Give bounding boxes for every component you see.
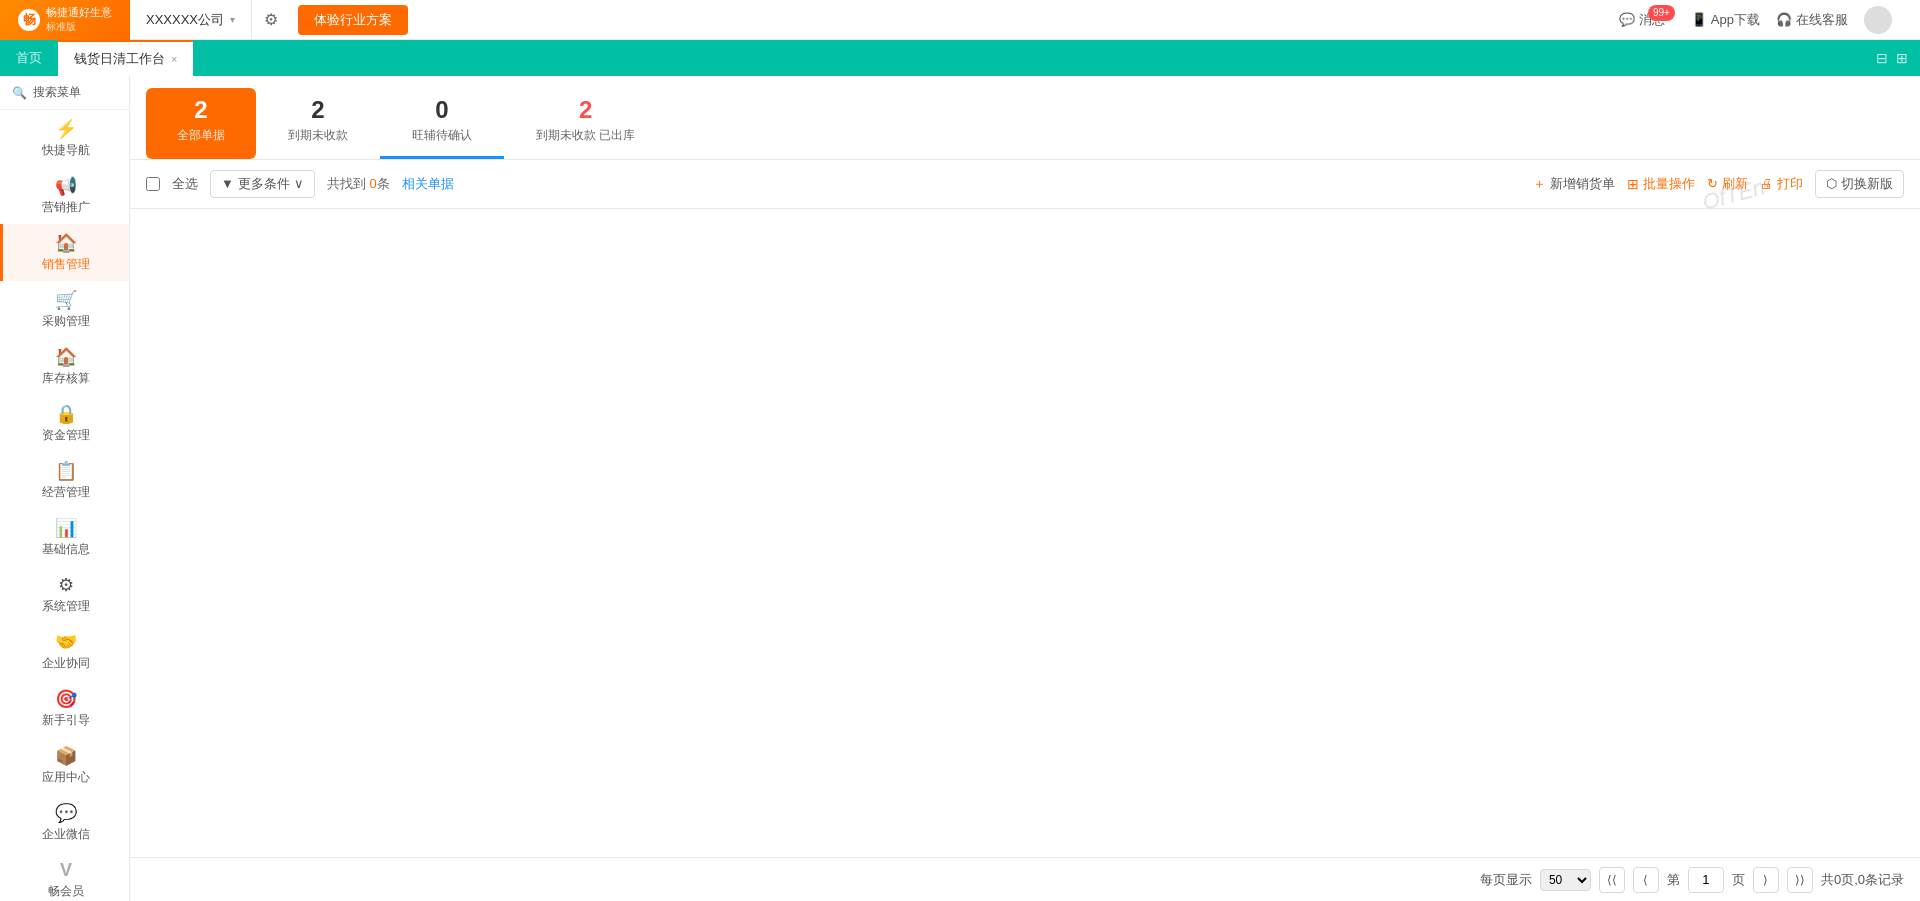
page-unit: 页 (1732, 871, 1745, 889)
message-badge: 99+ (1648, 5, 1675, 21)
print-button[interactable]: 🖨 打印 (1760, 175, 1803, 193)
page-size-select[interactable]: 50 100 200 (1540, 869, 1591, 891)
sidebar-item-basic-info[interactable]: 📊 基础信息 (0, 509, 129, 566)
found-count: 0 (370, 176, 377, 191)
total-info: 共0页,0条记录 (1821, 871, 1904, 889)
switch-version-button[interactable]: ⬡ 切换新版 (1815, 170, 1904, 198)
target-icon: 🎯 (55, 690, 77, 708)
sidebar-item-operations[interactable]: 📋 经营管理 (0, 452, 129, 509)
wechat-icon: 💬 (55, 804, 77, 822)
first-page-button[interactable]: ⟨⟨ (1599, 867, 1625, 893)
box-icon: 📦 (55, 747, 77, 765)
per-page-label: 每页显示 (1480, 871, 1532, 889)
prev-page-button[interactable]: ⟨ (1633, 867, 1659, 893)
related-records-link[interactable]: 相关单据 (402, 175, 454, 193)
filter-button[interactable]: ▼ 更多条件 ∨ (210, 170, 315, 198)
headset-icon: 🎧 (1776, 12, 1792, 27)
sidebar-item-marketing[interactable]: 📢 营销推广 (0, 167, 129, 224)
cart-icon: 🛒 (55, 291, 77, 309)
tab-money-daily[interactable]: 钱货日清工作台 × (58, 40, 193, 76)
toolbar-right: ＋ 新增销货单 ⊞ 批量操作 ↻ 刷新 🖨 打印 ⬡ 切换新版 (1533, 170, 1904, 198)
warehouse-icon: 🏠 (55, 348, 77, 366)
batch-ops-button[interactable]: ⊞ 批量操作 (1627, 175, 1695, 193)
stat-tab-all[interactable]: 2 全部单据 (146, 88, 256, 159)
sidebar-item-finance[interactable]: 🔒 资金管理 (0, 395, 129, 452)
sidebar-item-purchase[interactable]: 🛒 采购管理 (0, 281, 129, 338)
clipboard-icon: 📋 (55, 462, 77, 480)
expand-icon[interactable]: ⊞ (1896, 50, 1908, 66)
company-selector[interactable]: XXXXXX公司 ▾ (130, 0, 252, 40)
sidebar-item-sales[interactable]: 🏠 销售管理 (0, 224, 129, 281)
logo-area: 畅 畅捷通好生意 标准版 (0, 0, 130, 40)
sidebar-item-member[interactable]: V 畅会员 (0, 851, 129, 901)
nav-tab-actions: ⊟ ⊞ (1876, 50, 1920, 66)
megaphone-icon: 📢 (55, 177, 77, 195)
gear-icon: ⚙ (264, 10, 278, 29)
topbar-right: 💬 消息 99+ 📱 App下载 🎧 在线客服 (1619, 6, 1908, 34)
plus-icon: ＋ (1533, 175, 1546, 193)
logo-icon: 畅 (18, 9, 40, 31)
sidebar-item-wechat[interactable]: 💬 企业微信 (0, 794, 129, 851)
sidebar-item-app-center[interactable]: 📦 应用中心 (0, 737, 129, 794)
avatar[interactable] (1864, 6, 1892, 34)
stat-tab-wangwang[interactable]: 0 旺辅待确认 (380, 88, 504, 159)
chevron-down-icon: ▾ (230, 14, 235, 25)
minimize-icon[interactable]: ⊟ (1876, 50, 1888, 66)
trial-button[interactable]: 体验行业方案 (298, 5, 408, 35)
nav-tabs: 首页 钱货日清工作台 × ⊟ ⊞ (0, 40, 1920, 76)
lightning-icon: ⚡ (55, 120, 77, 138)
stats-tabs: 2 全部单据 2 到期未收款 0 旺辅待确认 2 到期未收款 已出库 (130, 76, 1920, 160)
message-icon: 💬 (1619, 12, 1635, 27)
search-icon: 🔍 (12, 86, 27, 100)
print-icon: 🖨 (1760, 176, 1773, 191)
tab-home[interactable]: 首页 (0, 40, 58, 76)
member-icon: V (60, 861, 72, 879)
refresh-icon: ↻ (1707, 176, 1718, 191)
sidebar-item-enterprise-coop[interactable]: 🤝 企业协同 (0, 623, 129, 680)
content-area: 2 全部单据 2 到期未收款 0 旺辅待确认 2 到期未收款 已出库 全选 ▼ … (130, 76, 1920, 901)
filter-icon: ▼ (221, 176, 234, 191)
close-icon[interactable]: × (171, 53, 177, 65)
toolbar: 全选 ▼ 更多条件 ∨ 共找到 0条 相关单据 ＋ 新增销货单 ⊞ 批量操作 (130, 160, 1920, 209)
batch-icon: ⊞ (1627, 176, 1639, 192)
sidebar-item-quick-nav[interactable]: ⚡ 快捷导航 (0, 110, 129, 167)
switch-icon: ⬡ (1826, 176, 1837, 191)
select-all-label: 全选 (172, 175, 198, 193)
handshake-icon: 🤝 (55, 633, 77, 651)
stat-tab-overdue[interactable]: 2 到期未收款 (256, 88, 380, 159)
select-all-checkbox[interactable] (146, 177, 160, 191)
page-label: 第 (1667, 871, 1680, 889)
chevron-icon: ∨ (294, 176, 304, 191)
search-menu[interactable]: 🔍 搜索菜单 (0, 76, 129, 110)
sidebar-item-system[interactable]: ⚙ 系统管理 (0, 566, 129, 623)
topbar-left: 畅 畅捷通好生意 标准版 XXXXXX公司 ▾ ⚙ 体验行业方案 (0, 0, 408, 40)
message-button[interactable]: 💬 消息 99+ (1619, 11, 1665, 29)
company-name: XXXXXX公司 (146, 11, 224, 29)
logo-subtitle: 标准版 (46, 20, 112, 34)
sidebar: 🔍 搜索菜单 ⚡ 快捷导航 📢 营销推广 🏠 销售管理 🛒 采购管理 🏠 库存核… (0, 76, 130, 901)
lock-icon: 🔒 (55, 405, 77, 423)
page-input[interactable] (1688, 867, 1724, 893)
sidebar-item-inventory[interactable]: 🏠 库存核算 (0, 338, 129, 395)
settings-icon: ⚙ (58, 576, 74, 594)
refresh-button[interactable]: ↻ 刷新 (1707, 175, 1748, 193)
next-page-button[interactable]: ⟩ (1753, 867, 1779, 893)
mobile-icon: 📱 (1691, 12, 1707, 27)
settings-button[interactable]: ⚙ (252, 0, 290, 40)
main-layout: 🔍 搜索菜单 ⚡ 快捷导航 📢 营销推广 🏠 销售管理 🛒 采购管理 🏠 库存核… (0, 76, 1920, 901)
pagination-bar: 每页显示 50 100 200 ⟨⟨ ⟨ 第 页 ⟩ ⟩⟩ 共0页,0条记录 (130, 857, 1920, 901)
list-area (130, 209, 1920, 857)
home-icon: 🏠 (55, 234, 77, 252)
last-page-button[interactable]: ⟩⟩ (1787, 867, 1813, 893)
table-icon: 📊 (55, 519, 77, 537)
new-sale-button[interactable]: ＋ 新增销货单 (1533, 175, 1615, 193)
found-text: 共找到 0条 (327, 175, 390, 193)
app-download-button[interactable]: 📱 App下载 (1691, 11, 1760, 29)
stat-tab-overdue-out[interactable]: 2 到期未收款 已出库 (504, 88, 667, 159)
sidebar-item-guide[interactable]: 🎯 新手引导 (0, 680, 129, 737)
logo-title: 畅捷通好生意 (46, 5, 112, 19)
online-service-button[interactable]: 🎧 在线客服 (1776, 11, 1848, 29)
topbar: 畅 畅捷通好生意 标准版 XXXXXX公司 ▾ ⚙ 体验行业方案 💬 消息 99… (0, 0, 1920, 40)
